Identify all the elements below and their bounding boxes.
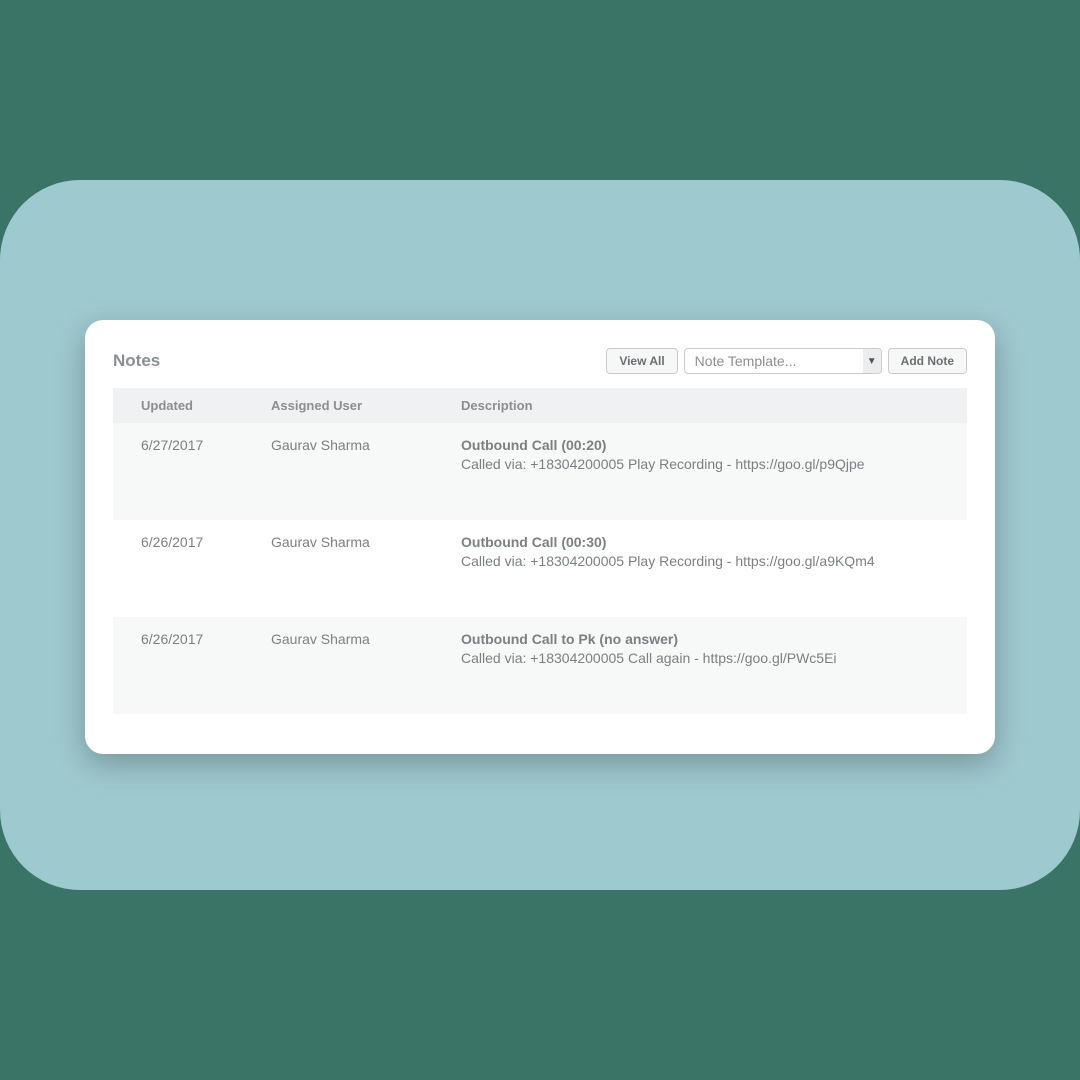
panel-title: Notes	[113, 351, 160, 371]
description-title: Outbound Call (00:20)	[461, 437, 939, 453]
cell-updated: 6/26/2017	[141, 631, 271, 666]
description-title: Outbound Call to Pk (no answer)	[461, 631, 939, 647]
table-row: 6/26/2017 Gaurav Sharma Outbound Call (0…	[113, 520, 967, 617]
description-title: Outbound Call (00:30)	[461, 534, 939, 550]
cell-assigned-user: Gaurav Sharma	[271, 631, 461, 666]
note-template-select[interactable]: Note Template... ▼	[684, 348, 882, 374]
cell-assigned-user: Gaurav Sharma	[271, 534, 461, 569]
description-body: Called via: +18304200005 Play Recording …	[461, 553, 939, 569]
cell-description: Outbound Call (00:20) Called via: +18304…	[461, 437, 939, 472]
cell-assigned-user: Gaurav Sharma	[271, 437, 461, 472]
add-note-button[interactable]: Add Note	[888, 348, 967, 374]
cell-description: Outbound Call to Pk (no answer) Called v…	[461, 631, 939, 666]
table-header: Updated Assigned User Description	[113, 388, 967, 423]
cell-description: Outbound Call (00:30) Called via: +18304…	[461, 534, 939, 569]
cell-updated: 6/27/2017	[141, 437, 271, 472]
cell-updated: 6/26/2017	[141, 534, 271, 569]
table-row: 6/26/2017 Gaurav Sharma Outbound Call to…	[113, 617, 967, 714]
col-header-updated: Updated	[141, 398, 271, 413]
panel-header: Notes View All Note Template... ▼ Add No…	[85, 348, 995, 388]
table-row: 6/27/2017 Gaurav Sharma Outbound Call (0…	[113, 423, 967, 520]
header-controls: View All Note Template... ▼ Add Note	[606, 348, 967, 374]
view-all-button[interactable]: View All	[606, 348, 677, 374]
notes-panel: Notes View All Note Template... ▼ Add No…	[85, 320, 995, 754]
col-header-assigned-user: Assigned User	[271, 398, 461, 413]
note-template-placeholder: Note Template...	[684, 348, 882, 374]
col-header-description: Description	[461, 398, 939, 413]
notes-table: Updated Assigned User Description 6/27/2…	[85, 388, 995, 714]
description-body: Called via: +18304200005 Call again - ht…	[461, 650, 939, 666]
description-body: Called via: +18304200005 Play Recording …	[461, 456, 939, 472]
